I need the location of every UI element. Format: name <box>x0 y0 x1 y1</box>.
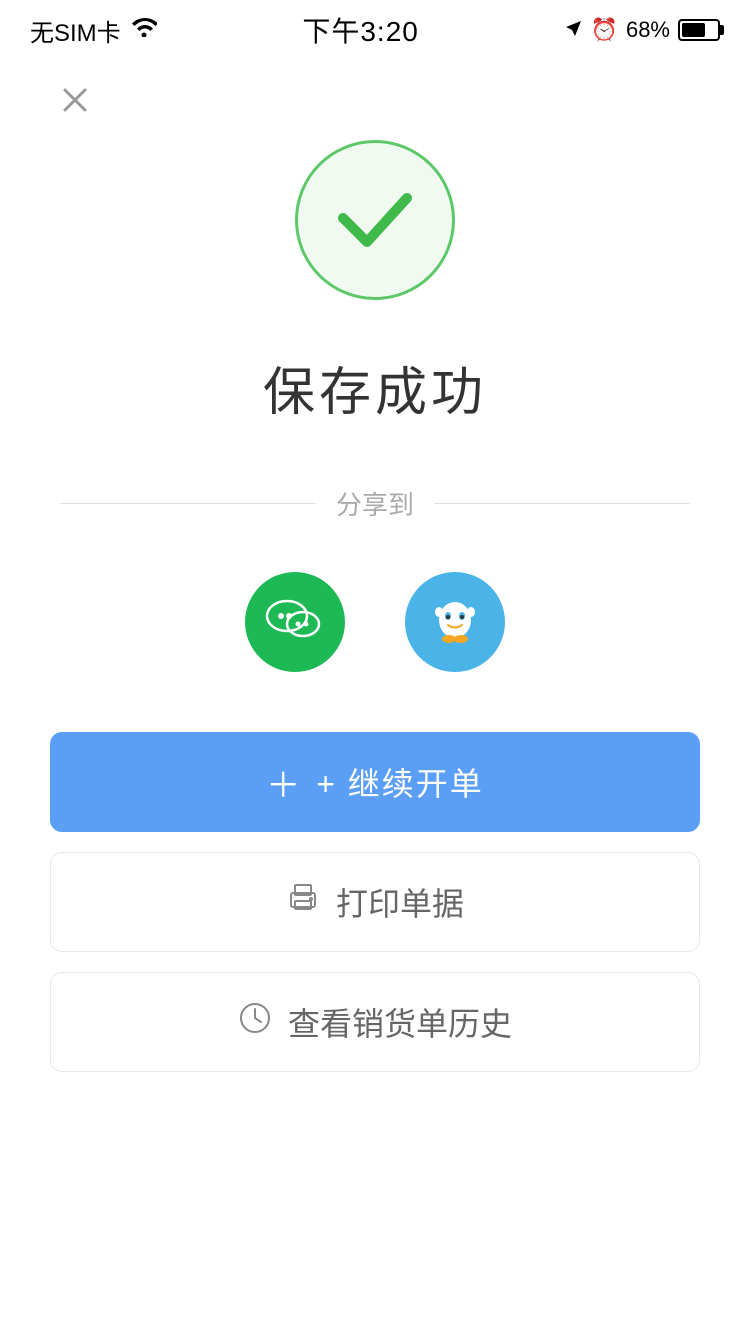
qq-icon <box>425 592 485 652</box>
close-button[interactable] <box>50 75 100 125</box>
status-time: 下午3:20 <box>302 10 419 50</box>
plus-icon: ＋ <box>266 758 300 807</box>
share-divider: 分享到 <box>0 485 750 522</box>
alarm-icon: ⏰ <box>591 17 618 43</box>
success-title: 保存成功 <box>263 350 487 425</box>
history-label: 查看销货单历史 <box>288 999 512 1045</box>
divider-line-left <box>60 503 316 504</box>
qq-share-button[interactable] <box>405 572 505 672</box>
checkmark-icon <box>335 190 415 250</box>
wechat-icon <box>265 596 325 648</box>
status-left: 无SIM卡 <box>30 13 157 48</box>
main-content: 保存成功 分享到 <box>0 60 750 1072</box>
continue-label: + 继续开单 <box>316 759 484 805</box>
status-right: ⏰ 68% <box>565 17 720 43</box>
battery-percent: 68% <box>626 17 670 43</box>
status-bar: 无SIM卡 下午3:20 ⏰ 68% <box>0 0 750 60</box>
share-label: 分享到 <box>316 485 434 522</box>
history-button[interactable]: 查看销货单历史 <box>50 972 700 1072</box>
print-label: 打印单据 <box>336 879 464 925</box>
battery-icon <box>678 19 720 41</box>
divider-line-right <box>434 503 690 504</box>
action-buttons: ＋ + 继续开单 打印单据 查看销货单历 <box>0 732 750 1072</box>
wechat-share-button[interactable] <box>245 572 345 672</box>
continue-button[interactable]: ＋ + 继续开单 <box>50 732 700 832</box>
print-icon <box>286 883 320 921</box>
location-icon <box>565 17 583 43</box>
print-button[interactable]: 打印单据 <box>50 852 700 952</box>
carrier-label: 无SIM卡 <box>30 13 121 48</box>
success-circle <box>295 140 455 300</box>
share-icons <box>245 572 505 672</box>
history-icon <box>238 1001 272 1043</box>
wifi-icon <box>131 17 157 43</box>
